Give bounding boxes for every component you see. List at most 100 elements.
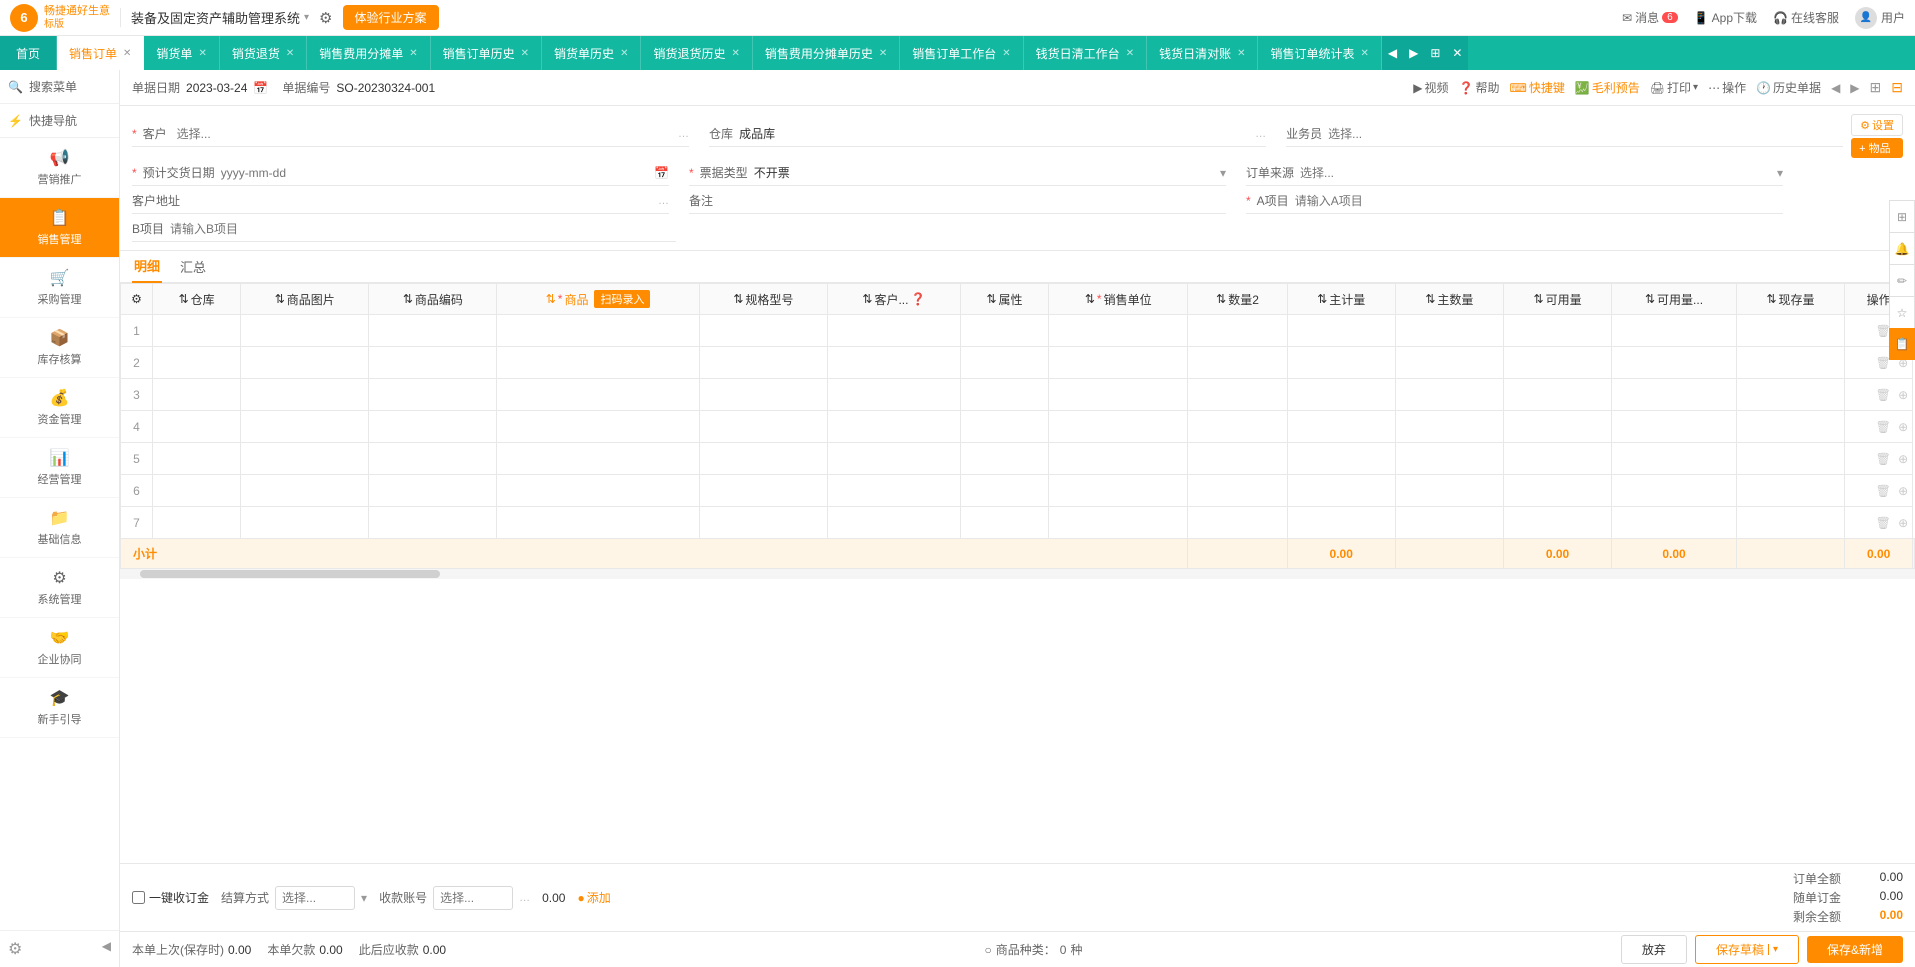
tab-close-icon4[interactable]: ✕ bbox=[409, 48, 417, 59]
payment-dropdown-icon[interactable]: ▾ bbox=[361, 891, 367, 905]
add-goods-btn[interactable]: + 物品 bbox=[1851, 138, 1903, 158]
tab-close-icon10[interactable]: ✕ bbox=[1126, 48, 1134, 59]
add-row-btn[interactable]: ● 添加 bbox=[577, 889, 610, 906]
nav-next-btn[interactable]: ▶ bbox=[1403, 36, 1424, 70]
sidebar-item-inventory[interactable]: 📦 库存核算 bbox=[0, 318, 119, 378]
sidebar-item-guide[interactable]: 🎓 新手引导 bbox=[0, 678, 119, 738]
app-download-btn[interactable]: 📱 App下载 bbox=[1694, 9, 1757, 26]
tab-sales-order[interactable]: 销售订单 ✕ bbox=[57, 36, 144, 70]
tab-close-icon[interactable]: ✕ bbox=[123, 48, 131, 59]
tab-close-icon7[interactable]: ✕ bbox=[731, 48, 739, 59]
th-qty2[interactable]: ⇅ 数量2 bbox=[1188, 284, 1287, 315]
order-source-input[interactable] bbox=[1300, 166, 1771, 180]
row6-delete-btn[interactable]: 🗑 bbox=[1876, 484, 1891, 498]
side-action-btn-1[interactable]: ⊞ bbox=[1889, 200, 1915, 232]
th-unit[interactable]: ⇅ * 销售单位 bbox=[1049, 284, 1188, 315]
note-input[interactable] bbox=[719, 194, 1226, 208]
tab-statistics[interactable]: 销售订单统计表 ✕ bbox=[1258, 36, 1381, 70]
sidebar-item-system[interactable]: ⚙ 系统管理 bbox=[0, 558, 119, 618]
app-title-dropdown[interactable]: 装备及固定资产辅助管理系统 ▾ bbox=[120, 8, 309, 27]
tab-reconcile[interactable]: 钱货日清对账 ✕ bbox=[1147, 36, 1258, 70]
tab-fee-split[interactable]: 销售费用分摊单 ✕ bbox=[307, 36, 430, 70]
sidebar-item-collab[interactable]: 🤝 企业协同 bbox=[0, 618, 119, 678]
tab-home[interactable]: 首页 bbox=[0, 36, 57, 70]
row5-copy-btn[interactable]: ⊕ bbox=[1898, 452, 1908, 466]
nav-close-btn[interactable]: ✕ bbox=[1446, 36, 1468, 70]
sidebar-item-business[interactable]: 📊 经营管理 bbox=[0, 438, 119, 498]
h-scrollbar[interactable] bbox=[120, 569, 1915, 579]
row6-copy-btn[interactable]: ⊕ bbox=[1898, 484, 1908, 498]
sidebar-quick-nav[interactable]: ⚡ 快捷导航 bbox=[0, 104, 119, 138]
th-main-qty[interactable]: ⇅ 主数量 bbox=[1395, 284, 1503, 315]
data-table-container[interactable]: ⚙ ⇅ 仓库 ⇅ 商品图片 bbox=[120, 283, 1915, 863]
gear-settings-btn[interactable]: ⚙ bbox=[319, 9, 332, 27]
tab-close-icon6[interactable]: ✕ bbox=[620, 48, 628, 59]
th-available2[interactable]: ⇅ 可用量... bbox=[1612, 284, 1737, 315]
sidebar-item-basic[interactable]: 📁 基础信息 bbox=[0, 498, 119, 558]
row4-copy-btn[interactable]: ⊕ bbox=[1898, 420, 1908, 434]
help-btn[interactable]: ❓ 帮助 bbox=[1459, 79, 1500, 96]
tab-close-icon12[interactable]: ✕ bbox=[1361, 48, 1369, 59]
row4-delete-btn[interactable]: 🗑 bbox=[1876, 420, 1891, 434]
tab-close-icon8[interactable]: ✕ bbox=[879, 48, 887, 59]
side-action-btn-5[interactable]: 📋 bbox=[1889, 328, 1915, 360]
discard-btn[interactable]: 放弃 bbox=[1621, 935, 1687, 964]
bank-no-input[interactable] bbox=[433, 886, 513, 910]
save-new-btn[interactable]: 保存&新增 bbox=[1807, 936, 1903, 963]
sidebar-item-sales[interactable]: 📋 销售管理 bbox=[0, 198, 119, 258]
tab-sales-goods[interactable]: 销货单 ✕ bbox=[144, 36, 219, 70]
th-customer-goods[interactable]: ⇅ 客户... ❓ bbox=[827, 284, 960, 315]
th-setting[interactable]: ⚙ bbox=[121, 284, 153, 315]
nav-expand-btn[interactable]: ⊞ bbox=[1424, 36, 1446, 70]
tab-summary[interactable]: 汇总 bbox=[178, 251, 208, 283]
row7-copy-btn[interactable]: ⊕ bbox=[1898, 516, 1908, 530]
b-project-input[interactable] bbox=[170, 222, 676, 236]
profit-btn[interactable]: 💹 毛利预告 bbox=[1575, 79, 1640, 96]
sidebar-item-finance[interactable]: 💰 资金管理 bbox=[0, 378, 119, 438]
sidebar-search-btn[interactable]: 🔍 搜索菜单 bbox=[0, 70, 119, 104]
customer-input[interactable] bbox=[177, 127, 672, 141]
tab-order-history[interactable]: 销售订单历史 ✕ bbox=[431, 36, 542, 70]
tab-return[interactable]: 销货退货 ✕ bbox=[220, 36, 307, 70]
row7-delete-btn[interactable]: 🗑 bbox=[1876, 516, 1891, 530]
customer-more-icon[interactable]: … bbox=[678, 128, 689, 140]
settings-action-btn[interactable]: ⚙ 设置 bbox=[1851, 114, 1903, 136]
tab-workbench[interactable]: 销售订单工作台 ✕ bbox=[900, 36, 1023, 70]
th-spec[interactable]: ⇅ 规格型号 bbox=[699, 284, 827, 315]
th-current-stock[interactable]: ⇅ 现存量 bbox=[1736, 284, 1844, 315]
address-more-icon[interactable]: … bbox=[658, 195, 669, 207]
tab-close-icon11[interactable]: ✕ bbox=[1237, 48, 1245, 59]
view-btn[interactable]: ▶ 视频 bbox=[1413, 79, 1448, 96]
row5-delete-btn[interactable]: 🗑 bbox=[1876, 452, 1891, 466]
industry-btn[interactable]: 体验行业方案 bbox=[343, 5, 439, 30]
delivery-calendar-icon[interactable]: 📅 bbox=[654, 166, 669, 180]
scan-enter-btn[interactable]: 扫码录入 bbox=[594, 290, 650, 308]
salesman-input[interactable] bbox=[1328, 127, 1843, 141]
one-click-checkbox[interactable]: 一键收订金 bbox=[132, 889, 209, 906]
th-main-unit[interactable]: ⇅ 主计量 bbox=[1287, 284, 1395, 315]
history-btn[interactable]: 🕐 历史单据 bbox=[1756, 79, 1821, 96]
side-action-btn-3[interactable]: ✏ bbox=[1889, 264, 1915, 296]
th-code[interactable]: ⇅ 商品编码 bbox=[369, 284, 497, 315]
row3-delete-btn[interactable]: 🗑 bbox=[1876, 388, 1891, 402]
th-available[interactable]: ⇅ 可用量 bbox=[1503, 284, 1611, 315]
side-action-btn-2[interactable]: 🔔 bbox=[1889, 232, 1915, 264]
calendar-icon[interactable]: 📅 bbox=[253, 81, 268, 95]
more-ops-btn[interactable]: ⋯ 操作 bbox=[1708, 79, 1746, 96]
tab-detail[interactable]: 明细 bbox=[132, 251, 162, 283]
tab-return-history[interactable]: 销货退货历史 ✕ bbox=[641, 36, 752, 70]
bank-more-icon[interactable]: … bbox=[519, 892, 530, 904]
sidebar-item-purchase[interactable]: 🛒 采购管理 bbox=[0, 258, 119, 318]
warehouse-more-icon[interactable]: … bbox=[1255, 128, 1266, 140]
side-action-btn-4[interactable]: ☆ bbox=[1889, 296, 1915, 328]
tab-daily-clear[interactable]: 钱货日清工作台 ✕ bbox=[1024, 36, 1147, 70]
save-draft-dropdown-icon[interactable]: ▾ bbox=[1768, 944, 1778, 955]
notification-area[interactable]: ✉ 消息 6 bbox=[1622, 9, 1678, 26]
order-source-dropdown[interactable]: ▾ bbox=[1777, 166, 1783, 180]
sidebar-collapse-btn[interactable]: ◀ bbox=[102, 939, 111, 959]
toolbar-expand-btn[interactable]: ⊟ bbox=[1891, 79, 1903, 96]
save-draft-btn[interactable]: 保存草稿 ▾ bbox=[1695, 935, 1799, 964]
th-image[interactable]: ⇅ 商品图片 bbox=[241, 284, 369, 315]
print-btn[interactable]: 🖨 打印 ▾ bbox=[1650, 79, 1698, 96]
sidebar-gear-btn[interactable]: ⚙ bbox=[8, 939, 22, 959]
